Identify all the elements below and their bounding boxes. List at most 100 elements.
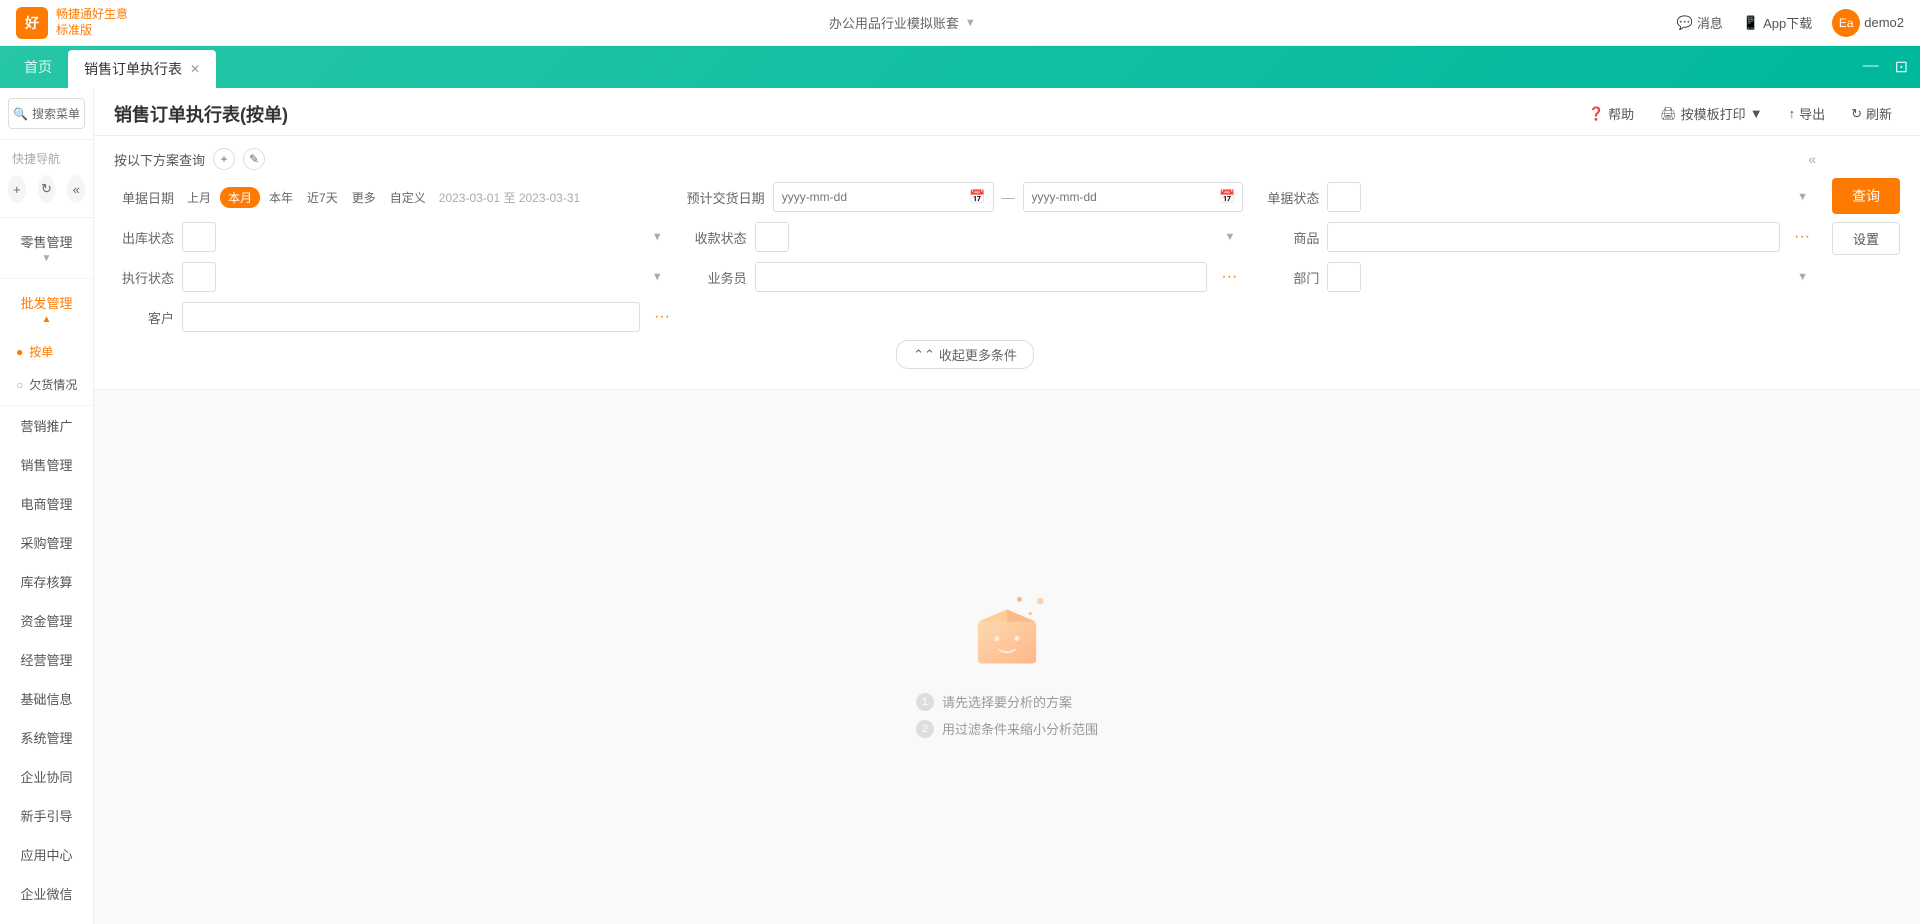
date-tab-more[interactable]: 更多	[347, 187, 381, 208]
export-btn[interactable]: ↑ 导出	[1781, 100, 1834, 127]
tab-home[interactable]: 首页	[8, 46, 68, 88]
exec-status-select[interactable]	[182, 262, 216, 292]
sidebar-item-purchase[interactable]: 采购管理	[0, 523, 93, 562]
minimize-btn[interactable]: —	[1859, 55, 1883, 79]
table-area: 1 请先选择要分析的方案 2 用过滤条件来缩小分析范围	[94, 390, 1920, 924]
sidebar-item-operations[interactable]: 经营管理	[0, 640, 93, 679]
filter-customer-group: 客户 ···	[114, 302, 676, 332]
filter-collapse-icon[interactable]: «	[1808, 151, 1816, 167]
message-btn[interactable]: 💬 消息	[1677, 13, 1723, 32]
date-tab-custom[interactable]: 自定义	[385, 187, 431, 208]
app-download-btn[interactable]: 📱 App下载	[1743, 13, 1812, 32]
filter-row-2: 出库状态 ▼ 收款状态	[114, 222, 1816, 252]
salesman-input[interactable]	[755, 262, 1208, 292]
out-status-select[interactable]	[182, 222, 216, 252]
debt-icon: ○	[16, 378, 23, 392]
expected-date-start[interactable]	[773, 182, 994, 212]
date-tab-last7[interactable]: 近7天	[302, 187, 343, 208]
sidebar-item-ecommerce[interactable]: 电商管理	[0, 484, 93, 523]
salesman-more-btn[interactable]: ···	[1215, 266, 1243, 288]
sidebar-item-newbie[interactable]: 新手引导	[0, 796, 93, 835]
sidebar-item-system[interactable]: 系统管理	[0, 718, 93, 757]
dept-dropdown[interactable]: ▼	[1327, 262, 1816, 292]
filter-add-btn[interactable]: +	[213, 148, 235, 170]
print-icon: 🖨	[1660, 106, 1677, 122]
order-icon: ●	[16, 345, 23, 359]
search-menu-btn[interactable]: 🔍 搜索菜单	[8, 98, 85, 129]
salesman-label: 业务员	[687, 268, 747, 287]
receipt-status-select[interactable]	[755, 222, 789, 252]
collapse-up-icon: ⌃⌃	[913, 347, 935, 363]
page-title: 销售订单执行表(按单)	[114, 101, 288, 127]
sidebar-item-wechat[interactable]: 企业微信	[0, 874, 93, 913]
nav-collapse-icon[interactable]: «	[67, 175, 85, 203]
filter-exec-status-group: 执行状态 ▼	[114, 262, 671, 292]
logo-area: 好 畅捷通好生意 标准版	[16, 7, 128, 39]
dept-select[interactable]	[1327, 262, 1361, 292]
header-right: 💬 消息 📱 App下载 Ea demo2	[1677, 9, 1904, 37]
customer-more-btn[interactable]: ···	[648, 306, 676, 328]
company-dropdown-icon[interactable]: ▼	[965, 17, 976, 29]
sidebar-search-area: 🔍 搜索菜单	[0, 88, 93, 140]
out-status-dropdown[interactable]: ▼	[182, 222, 671, 252]
avatar: Ea	[1832, 9, 1860, 37]
sidebar-item-member[interactable]: 畅会员	[0, 913, 93, 924]
sidebar-sub-item-order[interactable]: ● 按单	[0, 335, 93, 368]
sidebar-item-inventory[interactable]: 库存核算	[0, 562, 93, 601]
sidebar-item-enterprise[interactable]: 企业协同	[0, 757, 93, 796]
filter-rows: 单据日期 上月 本月 本年 近7天 更多 自定义 2023-03-01 至 20…	[114, 182, 1816, 332]
header-center[interactable]: 办公用品行业模拟账套 ▼	[829, 13, 976, 32]
status-select[interactable]	[1327, 182, 1361, 212]
tab-sales-order[interactable]: 销售订单执行表 ✕	[68, 50, 216, 88]
nav-refresh-icon[interactable]: ↻	[38, 175, 56, 203]
sidebar-item-appcenter[interactable]: 应用中心	[0, 835, 93, 874]
query-settings-group: 查询 设置	[1832, 148, 1900, 377]
status-dropdown-icon: ▼	[1797, 191, 1808, 203]
product-input[interactable]	[1327, 222, 1780, 252]
out-status-label: 出库状态	[114, 228, 174, 247]
status-dropdown[interactable]: ▼	[1327, 182, 1816, 212]
sidebar-sub-item-debt[interactable]: ○ 欠货情况	[0, 368, 93, 401]
filter-edit-btn[interactable]: ✎	[243, 148, 265, 170]
logo-text: 畅捷通好生意 标准版	[56, 7, 128, 38]
receipt-status-dropdown[interactable]: ▼	[755, 222, 1244, 252]
wholesale-section: 批发管理 ▲ ● 按单 ○ 欠货情况	[0, 279, 93, 406]
search-icon: 🔍	[13, 107, 28, 121]
print-btn[interactable]: 🖨 按模板打印 ▼	[1652, 100, 1770, 127]
sidebar-item-marketing[interactable]: 营销推广	[0, 406, 93, 445]
exec-status-dropdown[interactable]: ▼	[182, 262, 671, 292]
date-tab-this-month[interactable]: 本月	[220, 187, 260, 208]
receipt-status-dropdown-icon: ▼	[1224, 231, 1235, 243]
out-status-dropdown-icon: ▼	[652, 231, 663, 243]
sidebar-item-finance[interactable]: 资金管理	[0, 601, 93, 640]
phone-icon: 📱	[1743, 15, 1759, 31]
empty-tips: 1 请先选择要分析的方案 2 用过滤条件来缩小分析范围	[916, 692, 1098, 738]
quick-nav-label: 快捷导航	[0, 148, 93, 169]
date-range-text: 2023-03-01 至 2023-03-31	[439, 189, 580, 206]
collapse-btn[interactable]: ⌃⌃ 收起更多条件	[896, 340, 1034, 369]
filter-row-4: 客户 ···	[114, 302, 1816, 332]
settings-btn[interactable]: 设置	[1832, 222, 1900, 255]
sidebar-item-sales[interactable]: 销售管理	[0, 445, 93, 484]
date-tab-last-month[interactable]: 上月	[182, 187, 216, 208]
expected-date-end-wrap: 📅	[1023, 182, 1244, 212]
sidebar-item-basic[interactable]: 基础信息	[0, 679, 93, 718]
query-btn[interactable]: 查询	[1832, 178, 1900, 214]
help-btn[interactable]: ❓ 帮助	[1580, 100, 1642, 127]
customer-input[interactable]	[182, 302, 640, 332]
date-tab-this-year[interactable]: 本年	[264, 187, 298, 208]
filter-product-group: 商品 ···	[1259, 222, 1816, 252]
sidebar-item-retail[interactable]: 零售管理 ▼	[0, 222, 93, 274]
print-dropdown-icon[interactable]: ▼	[1750, 106, 1763, 121]
user-menu[interactable]: Ea demo2	[1832, 9, 1904, 37]
nav-add-icon[interactable]: +	[8, 175, 26, 203]
tab-close-icon[interactable]: ✕	[190, 62, 200, 76]
sidebar-item-wholesale[interactable]: 批发管理 ▲	[0, 283, 93, 335]
receipt-status-label: 收款状态	[687, 228, 747, 247]
expected-date-start-wrap: 📅	[773, 182, 994, 212]
expected-date-end[interactable]	[1023, 182, 1244, 212]
maximize-btn[interactable]: ⊡	[1891, 55, 1912, 79]
dept-label: 部门	[1259, 268, 1319, 287]
refresh-btn[interactable]: ↻ 刷新	[1843, 100, 1900, 127]
product-more-btn[interactable]: ···	[1788, 226, 1816, 248]
